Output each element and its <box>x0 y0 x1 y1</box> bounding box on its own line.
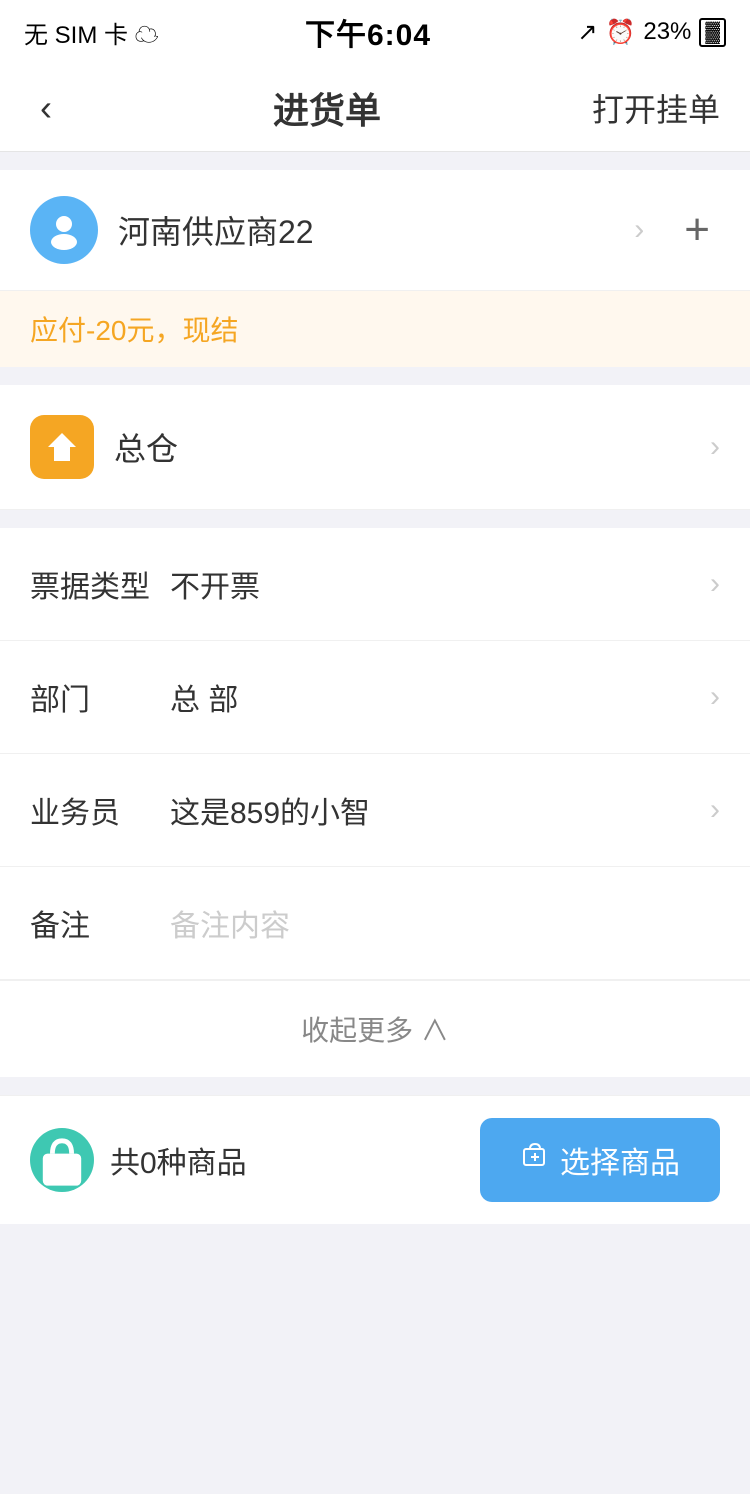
select-product-label: 选择商品 <box>560 1138 680 1182</box>
department-value: 总 部 <box>170 675 710 719</box>
salesperson-row[interactable]: 业务员 这是859的小智 › <box>0 754 750 867</box>
top-divider <box>0 152 750 170</box>
open-pending-button[interactable]: 打开挂单 <box>592 85 720 131</box>
collapse-row[interactable]: 收起更多 ∧ <box>0 980 750 1077</box>
invoice-type-label: 票据类型 <box>30 562 170 606</box>
department-label: 部门 <box>30 675 170 719</box>
page-footer <box>0 1224 750 1494</box>
department-row[interactable]: 部门 总 部 › <box>0 641 750 754</box>
back-button[interactable]: ‹ <box>30 77 62 139</box>
signal-text: 无 SIM 卡 ☁ <box>24 15 159 50</box>
remark-label: 备注 <box>30 901 170 945</box>
warehouse-label: 总仓 <box>114 424 710 470</box>
remark-placeholder: 备注内容 <box>170 901 720 945</box>
alarm-icon: ⏰ <box>605 18 635 47</box>
invoice-type-value: 不开票 <box>170 562 710 606</box>
collapse-label: 收起更多 ∧ <box>301 1009 449 1049</box>
mid-divider1 <box>0 367 750 385</box>
bottom-divider <box>0 1077 750 1095</box>
salesperson-chevron-icon: › <box>710 793 720 827</box>
warehouse-card: 总仓 › <box>0 385 750 510</box>
department-chevron-icon: › <box>710 680 720 714</box>
invoice-type-row[interactable]: 票据类型 不开票 › <box>0 528 750 641</box>
status-time: 下午6:04 <box>305 10 431 54</box>
notice-bar: 应付-20元，现结 <box>0 291 750 367</box>
nav-bar: ‹ 进货单 打开挂单 <box>0 64 750 152</box>
warehouse-row[interactable]: 总仓 › <box>0 385 750 510</box>
supplier-avatar <box>30 196 98 264</box>
battery-text: 23% <box>643 18 691 46</box>
add-button[interactable]: + <box>674 208 720 252</box>
supplier-row[interactable]: 河南供应商22 › + <box>0 170 750 291</box>
supplier-card: 河南供应商22 › + 应付-20元，现结 <box>0 170 750 367</box>
salesperson-value: 这是859的小智 <box>170 788 710 832</box>
location-icon: ↗ <box>577 18 597 47</box>
remark-row[interactable]: 备注 备注内容 <box>0 867 750 980</box>
form-card: 票据类型 不开票 › 部门 总 部 › 业务员 这是859的小智 › 备注 备注… <box>0 528 750 1077</box>
select-product-button[interactable]: 选择商品 <box>480 1118 720 1202</box>
supplier-name: 河南供应商22 <box>118 207 634 253</box>
battery-icon: ▓ <box>699 18 726 47</box>
product-icon <box>30 1128 94 1192</box>
status-left: 无 SIM 卡 ☁ <box>24 15 159 50</box>
status-right: ↗ ⏰ 23% ▓ <box>577 18 726 47</box>
invoice-type-chevron-icon: › <box>710 567 720 601</box>
warehouse-icon <box>30 415 94 479</box>
warehouse-chevron-icon: › <box>710 430 720 464</box>
cart-icon <box>520 1141 550 1179</box>
supplier-chevron-icon: › <box>634 213 644 247</box>
bottom-bar: 共0种商品 选择商品 <box>0 1095 750 1224</box>
page-title: 进货单 <box>273 82 381 134</box>
status-bar: 无 SIM 卡 ☁ 下午6:04 ↗ ⏰ 23% ▓ <box>0 0 750 64</box>
salesperson-label: 业务员 <box>30 788 170 832</box>
product-count: 共0种商品 <box>110 1138 480 1182</box>
mid-divider2 <box>0 510 750 528</box>
